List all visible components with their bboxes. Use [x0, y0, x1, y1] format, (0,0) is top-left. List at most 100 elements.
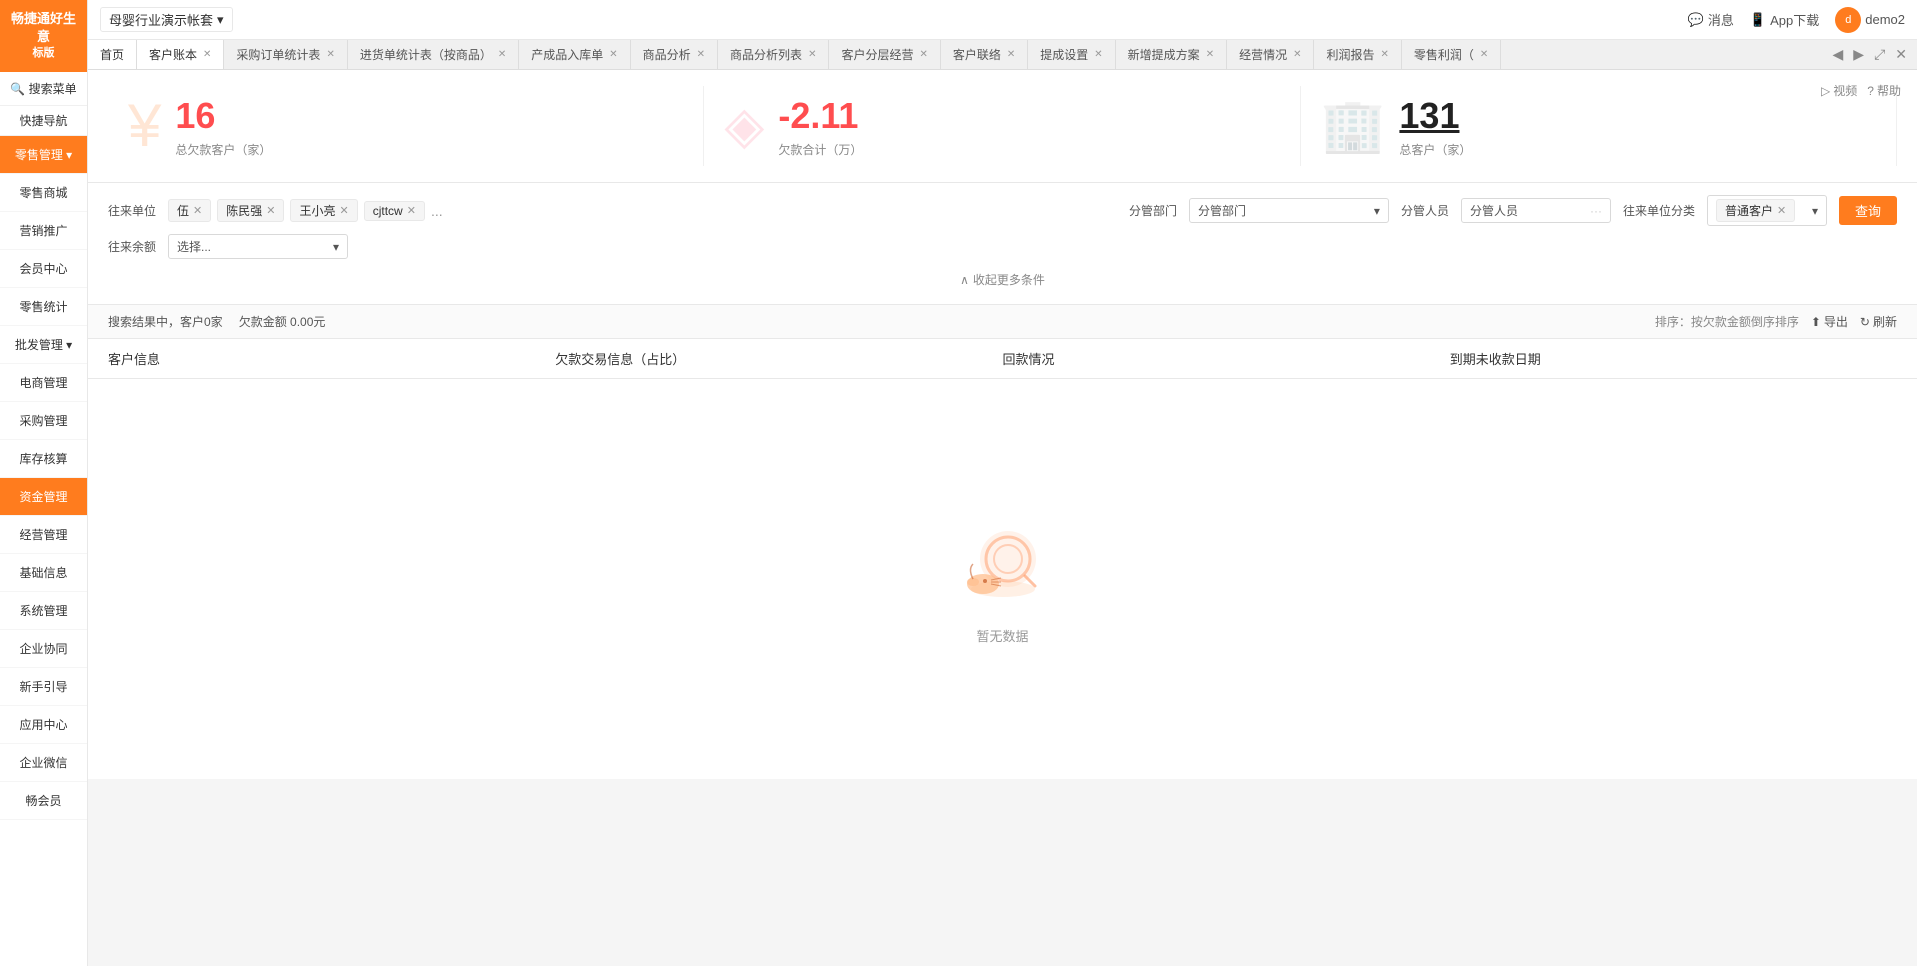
stat-info-2: -2.11 欠款合计（万） — [778, 94, 862, 158]
help-icon: ? — [1867, 84, 1874, 98]
filter-tag-wang: 王小亮 ✕ — [290, 199, 357, 222]
export-icon: ⬆ — [1811, 315, 1821, 329]
sidebar-item-enterprise[interactable]: 企业协同 — [0, 630, 87, 668]
account-selector[interactable]: 母婴行业演示帐套 ▾ — [100, 7, 233, 32]
company-filter-tags: 伍 ✕ 陈民强 ✕ 王小亮 ✕ cjttcw ✕ ... — [168, 199, 1117, 222]
filter-tag-close-chen[interactable]: ✕ — [266, 204, 275, 217]
balance-select[interactable]: 选择... ▾ — [168, 234, 348, 259]
sidebar-item-membership[interactable]: 会员中心 — [0, 250, 87, 288]
filter-tag-close-wang[interactable]: ✕ — [340, 204, 349, 217]
tab-close-all-btn[interactable]: ✕ — [1891, 44, 1911, 65]
sidebar-item-system[interactable]: 系统管理 — [0, 592, 87, 630]
tab-close-icon[interactable]: ✕ — [808, 49, 816, 60]
filter-tag-close-cjttcw[interactable]: ✕ — [407, 204, 416, 217]
account-selector-label: 母婴行业演示帐套 — [109, 10, 213, 29]
manager-filter-label: 分管人员 — [1401, 202, 1449, 219]
filter-tag-cjttcw: cjttcw ✕ — [364, 201, 425, 221]
sidebar-item-operations[interactable]: 经营管理 — [0, 516, 87, 554]
refresh-btn[interactable]: ↻ 刷新 — [1860, 313, 1897, 330]
sidebar-item-new-guide[interactable]: 新手引导 — [0, 668, 87, 706]
tab-maximize-btn[interactable]: ⤢ — [1870, 44, 1889, 65]
category-tag-close[interactable]: ✕ — [1777, 204, 1786, 217]
sidebar-item-retail-stats[interactable]: 零售统计 — [0, 288, 87, 326]
quick-nav[interactable]: 快捷导航 — [0, 106, 87, 136]
tab-close-icon[interactable]: ✕ — [498, 49, 506, 60]
tab-new-promotion[interactable]: 新增提成方案 ✕ — [1116, 40, 1227, 69]
chevron-down-icon: ▾ — [333, 240, 339, 254]
tab-home-label: 首页 — [100, 46, 124, 63]
tab-home[interactable]: 首页 — [88, 40, 137, 69]
tab-profit-report[interactable]: 利润报告 ✕ — [1314, 40, 1401, 69]
export-btn[interactable]: ⬆ 导出 — [1811, 313, 1848, 330]
chevron-up-icon: ∧ — [960, 273, 969, 287]
tab-product-analysis-list[interactable]: 商品分析列表 ✕ — [718, 40, 829, 69]
tab-close-icon[interactable]: ✕ — [203, 49, 211, 60]
tab-product-analysis[interactable]: 商品分析 ✕ — [631, 40, 718, 69]
empty-text: 暂无数据 — [976, 626, 1028, 645]
tab-close-icon[interactable]: ✕ — [609, 49, 617, 60]
topbar-left: 母婴行业演示帐套 ▾ — [100, 7, 233, 32]
tab-close-icon[interactable]: ✕ — [697, 49, 705, 60]
sidebar-item-label: 电商管理 — [19, 376, 67, 390]
help-btn[interactable]: ? 帮助 — [1867, 82, 1901, 99]
sidebar-item-member[interactable]: 畅会员 — [0, 782, 87, 820]
tab-customer-segment[interactable]: 客户分层经营 ✕ — [829, 40, 940, 69]
department-select[interactable]: 分管部门 ▾ — [1189, 198, 1389, 223]
stat-debt-amount: ◈ -2.11 欠款合计（万） — [704, 86, 1300, 166]
yuan-icon: ¥ — [128, 96, 161, 156]
sidebar-item-retail-mall[interactable]: 零售商城 — [0, 174, 87, 212]
tab-label: 提成设置 — [1040, 46, 1088, 63]
stat-value-debt-amount: -2.11 — [778, 94, 862, 137]
tab-close-icon[interactable]: ✕ — [1206, 49, 1214, 60]
chevron-down-icon: ▾ — [217, 12, 224, 28]
sidebar-item-purchase[interactable]: 采购管理 — [0, 402, 87, 440]
tab-close-icon[interactable]: ✕ — [1480, 49, 1488, 60]
sidebar-item-inventory[interactable]: 库存核算 — [0, 440, 87, 478]
sidebar-item-app-center[interactable]: 应用中心 — [0, 706, 87, 744]
sidebar-item-basic[interactable]: 基础信息 — [0, 554, 87, 592]
query-button[interactable]: 查询 — [1839, 196, 1897, 225]
sidebar-item-finance[interactable]: 资金管理 — [0, 478, 87, 516]
tab-promotion-settings[interactable]: 提成设置 ✕ — [1028, 40, 1115, 69]
more-tags-btn[interactable]: ... — [431, 203, 443, 219]
sidebar-item-label: 基础信息 — [19, 566, 67, 580]
user-profile[interactable]: d demo2 — [1835, 7, 1905, 33]
tab-prev-btn[interactable]: ◀ — [1829, 44, 1848, 65]
tab-operation-status[interactable]: 经营情况 ✕ — [1227, 40, 1314, 69]
tab-label: 客户分层经营 — [841, 46, 913, 63]
sidebar-item-ecommerce[interactable]: 电商管理 — [0, 364, 87, 402]
tab-customer-contact[interactable]: 客户联络 ✕ — [941, 40, 1028, 69]
stat-label-total-customers: 总客户（家） — [1399, 141, 1471, 158]
filter-tag-close-wu[interactable]: ✕ — [193, 204, 202, 217]
video-btn[interactable]: ▷ 视频 — [1821, 82, 1857, 99]
tab-label: 客户联络 — [953, 46, 1001, 63]
sort-label[interactable]: 排序：按欠款金额倒序排序 — [1655, 313, 1799, 330]
category-select[interactable]: 普通客户 ✕ ▾ — [1707, 195, 1827, 226]
sidebar-item-marketing[interactable]: 营销推广 — [0, 212, 87, 250]
result-bar: 搜索结果中，客户0家 欠款金额 0.00元 排序：按欠款金额倒序排序 ⬆ 导出 … — [88, 305, 1917, 339]
tab-purchase-order[interactable]: 采购订单统计表 ✕ — [224, 40, 347, 69]
tab-customer-capital[interactable]: 客户账本 ✕ — [137, 40, 224, 69]
tab-close-icon[interactable]: ✕ — [326, 49, 334, 60]
sidebar-item-retail[interactable]: 零售管理 ▾ — [0, 136, 87, 174]
department-placeholder: 分管部门 — [1198, 202, 1246, 219]
sidebar-item-wholesale[interactable]: 批发管理 ▾ — [0, 326, 87, 364]
tab-label: 利润报告 — [1326, 46, 1374, 63]
tab-close-icon[interactable]: ✕ — [1293, 49, 1301, 60]
tab-close-icon[interactable]: ✕ — [919, 49, 927, 60]
tab-product-inbound[interactable]: 产成品入库单 ✕ — [519, 40, 630, 69]
search-menu[interactable]: 🔍 搜索菜单 — [0, 72, 87, 106]
tab-close-icon[interactable]: ✕ — [1007, 49, 1015, 60]
messages-btn[interactable]: 💬 消息 — [1688, 10, 1734, 29]
tab-purchase-stat[interactable]: 进货单统计表（按商品） ✕ — [348, 40, 519, 69]
manager-input[interactable]: 分管人员 ··· — [1461, 198, 1611, 223]
tab-close-icon[interactable]: ✕ — [1094, 49, 1102, 60]
collapse-btn[interactable]: ∧ 收起更多条件 — [108, 267, 1897, 292]
app-download-btn[interactable]: 📱 App下载 — [1750, 10, 1819, 29]
sidebar-item-label: 营销推广 — [19, 224, 67, 238]
tab-next-btn[interactable]: ▶ — [1849, 44, 1868, 65]
filter-row-2: 往来余额 选择... ▾ — [108, 234, 1897, 259]
tab-close-icon[interactable]: ✕ — [1381, 49, 1389, 60]
tab-retail-profit[interactable]: 零售利润（ ✕ — [1402, 40, 1501, 69]
sidebar-item-enterprise-wechat[interactable]: 企业微信 — [0, 744, 87, 782]
